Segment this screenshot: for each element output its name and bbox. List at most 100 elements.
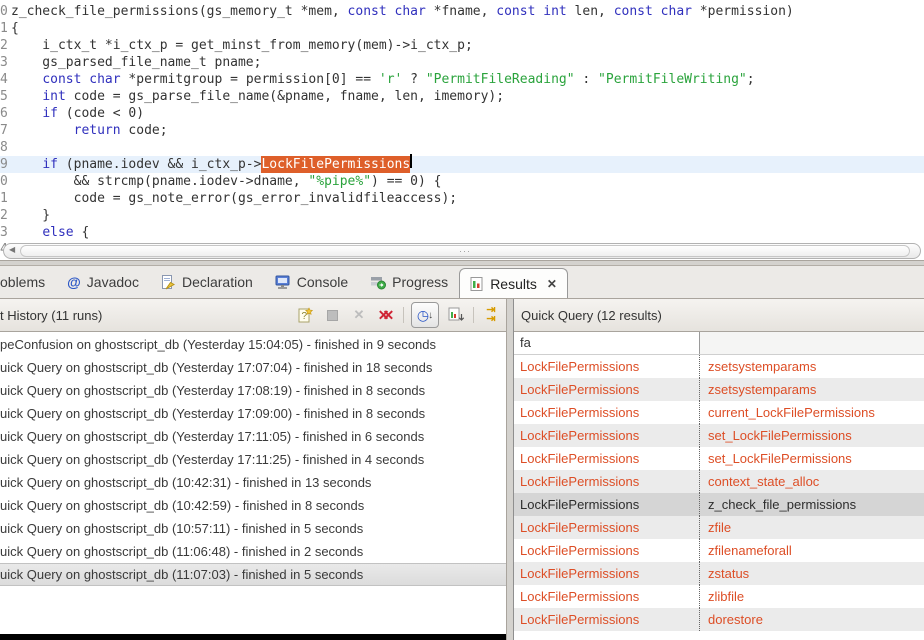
tab-javadoc[interactable]: @ Javadoc (56, 266, 150, 298)
result-row[interactable]: LockFilePermissions zstatus (514, 562, 924, 585)
tab-progress[interactable]: Progress (359, 266, 459, 298)
code-text: "PermitFileWriting" (598, 72, 747, 87)
export-report-icon[interactable]: ? (295, 305, 315, 325)
tab-results[interactable]: Results ✕ (459, 268, 568, 298)
history-run-row[interactable]: uick Query on ghostscript_db (Yesterday … (0, 448, 506, 471)
remove-icon[interactable]: ✕ (349, 305, 369, 325)
code-text: code = gs_parse_file_name(&pname, fname,… (65, 89, 505, 104)
history-run-row[interactable]: uick Query on ghostscript_db (Yesterday … (0, 425, 506, 448)
history-run-row[interactable]: uick Query on ghostscript_db (11:07:03) … (0, 563, 506, 586)
result-row[interactable]: LockFilePermissions dorestore (514, 608, 924, 631)
code-text: code; (120, 123, 168, 138)
history-run-row[interactable]: uick Query on ghostscript_db (11:06:48) … (0, 540, 506, 563)
remove-all-glyph: ✕✕ (377, 306, 395, 323)
code-line: 8 (0, 139, 924, 156)
result-cell-location: zstatus (708, 566, 750, 581)
result-cell-location: dorestore (708, 612, 763, 627)
history-run-row[interactable]: uick Query on ghostscript_db (10:42:31) … (0, 471, 506, 494)
sort-by-time-button[interactable]: ◷ ↓ (411, 302, 439, 328)
history-run-row[interactable]: peConfusion on ghostscript_db (Yesterday… (0, 333, 506, 356)
code-text: ? (402, 72, 426, 87)
result-row[interactable]: LockFilePermissions z_check_file_permissi… (514, 493, 924, 516)
history-panel-title: t History (11 runs) (0, 307, 103, 323)
tab-declaration[interactable]: Declaration (150, 266, 264, 298)
quick-query-title: Quick Query (12 results) (521, 307, 662, 323)
result-row[interactable]: LockFilePermissions zsetsystemparams (514, 355, 924, 378)
line-number: 9 (0, 157, 8, 172)
tab-console[interactable]: Console (264, 266, 359, 298)
code-editor[interactable]: 0 z_check_file_permissions(gs_memory_t *m… (0, 0, 924, 260)
stop-icon[interactable] (322, 305, 342, 325)
code-line: 3 else { (0, 224, 924, 241)
code-text: int (543, 4, 567, 19)
code-line: 9 if (pname.iodev && i_ctx_p-> LockFilePe… (0, 154, 924, 173)
declaration-icon (161, 274, 176, 290)
scrollbar-left-arrow-icon[interactable]: ◀ (9, 245, 15, 254)
result-cell-element: LockFilePermissions (514, 516, 700, 539)
result-row[interactable]: LockFilePermissions zfilenameforall (514, 539, 924, 562)
tab-close-icon[interactable]: ✕ (547, 277, 557, 291)
result-row[interactable]: LockFilePermissions set_LockFilePermissio… (514, 424, 924, 447)
result-row[interactable]: LockFilePermissions context_state_alloc (514, 470, 924, 493)
code-text: && strcmp(pname.iodev->dname, (11, 174, 309, 189)
code-text: len, (566, 4, 614, 19)
tab-oblems[interactable]: oblems (0, 266, 56, 298)
code-text: *permission) (691, 4, 794, 19)
code-text: gs_parsed_file_name_t pname; (11, 55, 262, 70)
result-row[interactable]: LockFilePermissions current_LockFilePermi… (514, 401, 924, 424)
remove-all-icon[interactable]: ✕✕ (376, 305, 396, 325)
line-number: 2 (0, 208, 8, 223)
toolbar-separator (473, 307, 474, 323)
line-number: 8 (0, 140, 8, 155)
result-row[interactable]: LockFilePermissions zsetsystemparams (514, 378, 924, 401)
code-text: ) == 0) { (371, 174, 442, 189)
tab-label: oblems (0, 274, 46, 290)
code-text: z_check_file_permissions(gs_memory_t *me… (11, 4, 348, 19)
result-cell-element: LockFilePermissions (514, 539, 700, 562)
history-run-row[interactable]: uick Query on ghostscript_db (10:57:11) … (0, 517, 506, 540)
svg-text:?: ? (301, 311, 307, 322)
code-line: 0 z_check_file_permissions(gs_memory_t *m… (0, 3, 924, 20)
code-text: const (613, 4, 653, 19)
editor-horizontal-scrollbar[interactable]: ◀ ··· (3, 243, 921, 259)
result-cell-element: LockFilePermissions (514, 585, 700, 608)
scrollbar-thumb[interactable]: ··· (20, 245, 910, 257)
history-run-row[interactable]: uick Query on ghostscript_db (Yesterday … (0, 379, 506, 402)
line-number: 0 (0, 4, 8, 19)
result-row[interactable]: LockFilePermissions zlibfile (514, 585, 924, 608)
text-cursor (410, 154, 413, 168)
result-cell-location: z_check_file_permissions (708, 497, 857, 512)
code-text: const (42, 72, 82, 87)
code-text: i_ctx_t *i_ctx_p = get_minst_from_memory… (11, 38, 473, 53)
history-run-row[interactable]: uick Query on ghostscript_db (Yesterday … (0, 402, 506, 425)
result-cell-element: LockFilePermissions (514, 493, 700, 516)
code-text: (pname.iodev && i_ctx_p-> (57, 157, 262, 172)
result-row[interactable]: LockFilePermissions zfile (514, 516, 924, 539)
code-line: 4 const char *permitgroup = permission[0… (0, 71, 924, 88)
jump-to-results-icon[interactable]: ⇥ ⇥ (481, 305, 501, 325)
code-text: } (11, 208, 51, 223)
code-text: (code < 0) (57, 106, 145, 121)
history-run-row[interactable]: uick Query on ghostscript_db (10:42:59) … (0, 494, 506, 517)
tab-label: Declaration (181, 274, 253, 290)
result-cell-element: LockFilePermissions (514, 562, 700, 585)
view-tab-bar: oblems @ Javadoc Declaration Console Progress… (0, 265, 924, 299)
quick-query-panel: Quick Query (12 results) fa LockFilePerm… (514, 299, 924, 640)
scrollbar-grip-icon: ··· (459, 246, 471, 256)
code-text: "PermitFileReading" (425, 72, 575, 87)
code-text: *fname, (425, 4, 497, 19)
result-cell-element: LockFilePermissions (514, 470, 700, 493)
ide-window: 0 z_check_file_permissions(gs_memory_t *m… (0, 0, 924, 640)
sort-by-results-icon[interactable] (446, 305, 466, 325)
history-run-row[interactable]: uick Query on ghostscript_db (Yesterday … (0, 356, 506, 379)
filter-input[interactable]: fa (514, 332, 700, 354)
result-cell-location: set_LockFilePermissions (708, 428, 852, 443)
vertical-sash[interactable] (506, 299, 514, 640)
result-row[interactable]: LockFilePermissions set_LockFilePermissio… (514, 447, 924, 470)
